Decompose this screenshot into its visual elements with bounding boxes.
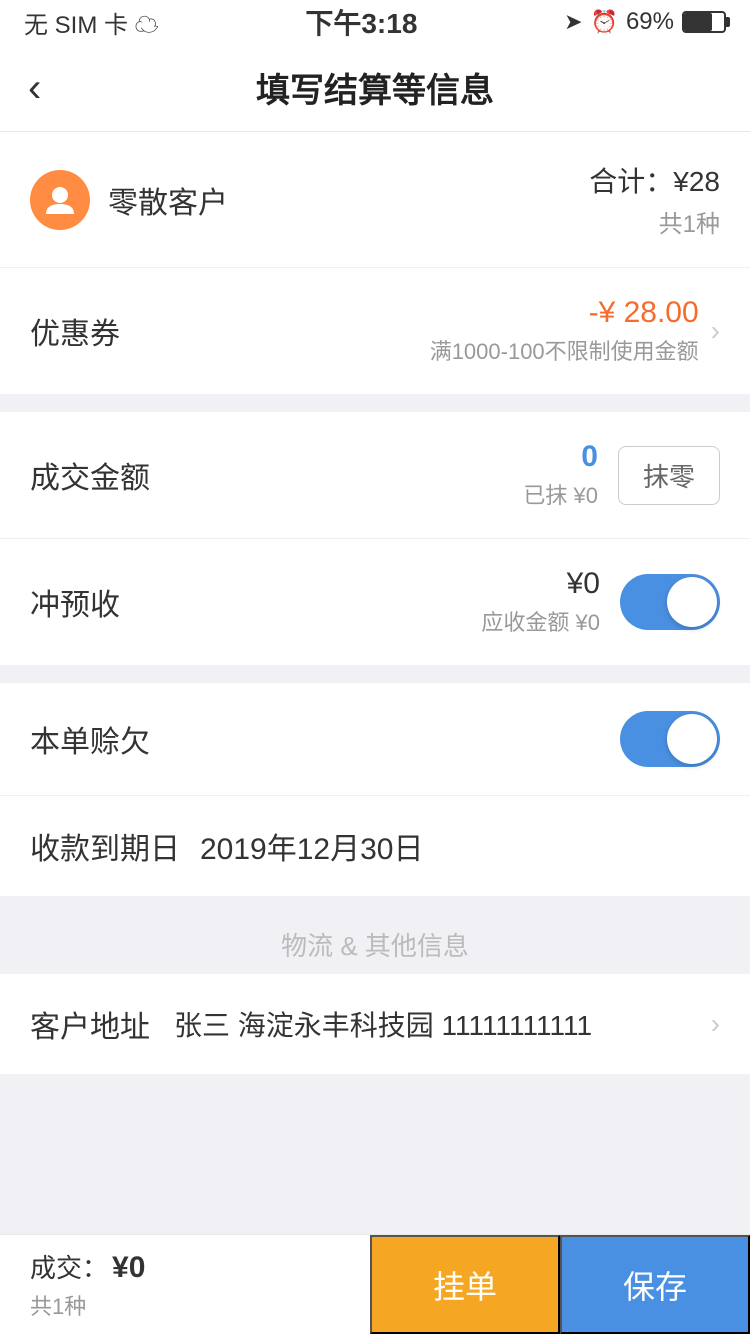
coupon-row[interactable]: 优惠券 -¥ 28.00 满1000-100不限制使用金额 › <box>0 267 750 394</box>
chevron-right-icon: › <box>711 315 720 347</box>
coupon-label: 优惠券 <box>30 309 120 353</box>
round-button[interactable]: 抹零 <box>618 446 720 505</box>
debit-label: 本单赊欠 <box>30 717 150 761</box>
address-row[interactable]: 客户地址 张三 海淀永丰科技园 11111111111 › <box>0 974 750 1074</box>
deal-amount-row: 成交金额 0 已抹 ¥0 抹零 <box>0 412 750 539</box>
logistics-section-header: 物流 & 其他信息 <box>0 914 750 974</box>
customer-left: 零散客户 <box>30 170 228 230</box>
no-sim-label: 无 SIM 卡 ☁ <box>24 5 159 40</box>
alarm-icon: ⏰ <box>591 9 618 35</box>
customer-card: 零散客户 合计：¥28 共1种 优惠券 -¥ 28.00 满1000-100不限… <box>0 132 750 394</box>
status-bar-time: 下午3:18 <box>305 2 417 42</box>
pending-button[interactable]: 挂单 <box>370 1235 560 1334</box>
coupon-right: -¥ 28.00 满1000-100不限制使用金额 › <box>430 296 720 366</box>
due-date-label: 收款到期日 <box>30 824 180 868</box>
debit-card: 本单赊欠 收款到期日 2019年12月30日 <box>0 683 750 896</box>
location-icon: ➤ <box>564 9 582 35</box>
total-amount: 合计：¥28 <box>589 160 720 200</box>
total-count: 共1种 <box>589 204 720 239</box>
toggle-knob <box>667 577 717 627</box>
deal-sub-label: 已抹 ¥0 <box>523 478 598 510</box>
customer-avatar <box>30 170 90 230</box>
debit-row: 本单赊欠 <box>0 683 750 795</box>
deal-right: 0 已抹 ¥0 抹零 <box>523 440 720 510</box>
due-date-value: 2019年12月30日 <box>200 824 423 868</box>
address-label: 客户地址 <box>30 1002 150 1046</box>
prepay-right: ¥0 应收金额 ¥0 <box>481 567 720 637</box>
bottom-bar: 成交： ¥0 共1种 挂单 保存 <box>0 1234 750 1334</box>
status-bar-left: 无 SIM 卡 ☁ <box>24 5 159 40</box>
battery-icon <box>682 11 726 33</box>
bottom-deal-row: 成交： ¥0 <box>30 1248 340 1285</box>
battery-percent: 69% <box>626 8 674 36</box>
coupon-discount: -¥ 28.00 <box>430 296 699 330</box>
address-card: 客户地址 张三 海淀永丰科技园 11111111111 › <box>0 974 750 1074</box>
logistics-label: 物流 & 其他信息 <box>281 926 469 963</box>
debit-toggle-knob <box>667 714 717 764</box>
customer-name: 零散客户 <box>108 178 228 222</box>
nav-bar: ‹ 填写结算等信息 <box>0 44 750 132</box>
bottom-summary: 成交： ¥0 共1种 <box>0 1235 370 1334</box>
prepay-row: 冲预收 ¥0 应收金额 ¥0 <box>0 539 750 665</box>
coupon-description: 满1000-100不限制使用金额 <box>430 334 699 366</box>
back-button[interactable]: ‹ <box>28 68 41 108</box>
debit-toggle[interactable] <box>620 711 720 767</box>
deal-value-block: 0 已抹 ¥0 <box>523 440 598 510</box>
content-area: 零散客户 合计：¥28 共1种 优惠券 -¥ 28.00 满1000-100不限… <box>0 132 750 1292</box>
deal-amount-label: 成交金额 <box>30 453 150 497</box>
due-date-row: 收款到期日 2019年12月30日 <box>0 795 750 896</box>
user-icon <box>42 182 78 218</box>
prepay-value-block: ¥0 应收金额 ¥0 <box>481 567 600 637</box>
page-title: 填写结算等信息 <box>256 63 494 112</box>
customer-total: 合计：¥28 共1种 <box>589 160 720 239</box>
address-value: 张三 海淀永丰科技园 11111111111 <box>174 1004 687 1044</box>
coupon-value-block: -¥ 28.00 满1000-100不限制使用金额 <box>430 296 699 366</box>
deal-card: 成交金额 0 已抹 ¥0 抹零 冲预收 ¥0 应收金额 ¥0 <box>0 412 750 665</box>
bottom-deal-amount: ¥0 <box>112 1251 145 1285</box>
deal-amount-value: 0 <box>523 440 598 474</box>
address-chevron-icon: › <box>711 1008 720 1040</box>
customer-row: 零散客户 合计：¥28 共1种 <box>0 132 750 267</box>
prepay-label: 冲预收 <box>30 580 120 624</box>
status-bar-right: ➤ ⏰ 69% <box>564 8 726 36</box>
bottom-deal-label: 成交： <box>30 1248 108 1285</box>
status-bar: 无 SIM 卡 ☁ 下午3:18 ➤ ⏰ 69% <box>0 0 750 44</box>
bottom-count: 共1种 <box>30 1289 340 1321</box>
prepay-toggle[interactable] <box>620 574 720 630</box>
save-button[interactable]: 保存 <box>560 1235 750 1334</box>
prepay-amount: ¥0 <box>481 567 600 601</box>
prepay-sub: 应收金额 ¥0 <box>481 605 600 637</box>
